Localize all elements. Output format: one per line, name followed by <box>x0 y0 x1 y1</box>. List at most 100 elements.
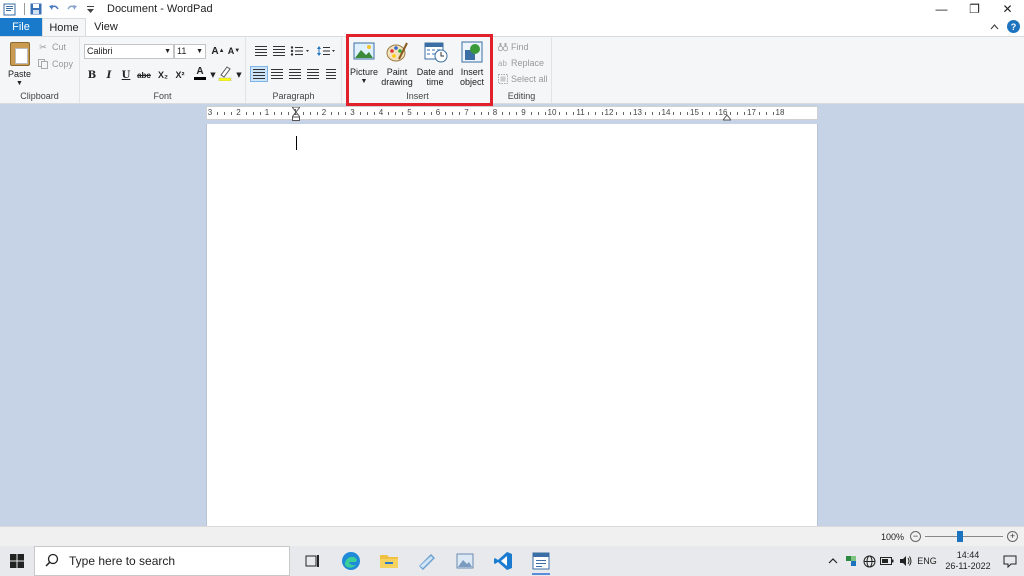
ruler-number: 4 <box>378 108 384 117</box>
ruler-tick <box>445 112 447 115</box>
wordpad-taskbar-icon[interactable] <box>522 546 560 576</box>
bold-button[interactable]: B <box>84 67 100 83</box>
ruler-tick <box>658 112 660 115</box>
document-page[interactable] <box>206 124 818 526</box>
paragraph-settings-icon[interactable] <box>322 66 340 82</box>
tray-app-icon[interactable] <box>842 546 860 576</box>
start-button[interactable] <box>0 546 34 576</box>
strikethrough-button[interactable]: abc <box>135 67 153 83</box>
ruler-tick <box>288 112 290 115</box>
decrease-indent-icon[interactable] <box>252 43 270 59</box>
copy-button[interactable]: Copy <box>38 59 73 69</box>
calendar-clock-icon <box>424 41 448 63</box>
paste-button[interactable]: Paste <box>8 69 31 79</box>
taskbar-search-box[interactable]: Type here to search <box>34 546 290 576</box>
redo-icon[interactable] <box>65 2 79 16</box>
find-button[interactable]: Find <box>497 42 529 52</box>
notification-center-icon[interactable] <box>996 546 1024 576</box>
ruler-tick <box>459 112 461 115</box>
zoom-slider[interactable] <box>925 531 1003 542</box>
replace-label: Replace <box>511 58 545 68</box>
ruler-number: 11 <box>576 108 585 117</box>
minimize-button[interactable]: — <box>925 0 958 18</box>
ruler-tick <box>758 112 760 115</box>
subscript-button[interactable]: X₂ <box>155 67 171 83</box>
shrink-font-icon[interactable]: A ▼ <box>226 43 242 59</box>
line-spacing-icon[interactable] <box>314 43 338 59</box>
zoom-out-button[interactable]: − <box>910 531 921 542</box>
underline-button[interactable]: U <box>118 67 134 83</box>
ruler-tick <box>573 112 575 115</box>
vscode-icon[interactable] <box>484 546 522 576</box>
select-all-button[interactable]: Select all <box>498 74 548 84</box>
clock-date: 26-11-2022 <box>945 561 991 571</box>
close-button[interactable]: ✕ <box>991 0 1024 18</box>
date-time-button[interactable]: Date and time <box>415 41 455 89</box>
bullets-icon[interactable] <box>288 43 312 59</box>
ruler-tick <box>623 112 625 115</box>
replace-button[interactable]: ab Replace <box>498 58 544 68</box>
customize-quick-access-icon[interactable] <box>83 2 97 16</box>
paste-dropdown-arrow-icon[interactable]: ▼ <box>16 80 23 87</box>
zoom-in-button[interactable]: + <box>1007 531 1018 542</box>
language-indicator[interactable]: ENG <box>914 546 940 576</box>
taskbar-clock[interactable]: 14:44 26-11-2022 <box>940 550 996 572</box>
chevron-down-icon[interactable]: ▼ <box>231 67 247 83</box>
clipboard-group-label: Clipboard <box>20 91 59 101</box>
undo-icon[interactable] <box>47 2 61 16</box>
font-family-select[interactable]: Calibri ▼ <box>84 44 174 59</box>
binoculars-icon <box>497 42 509 52</box>
system-tray: ENG 14:44 26-11-2022 <box>824 546 1024 576</box>
ruler-tick <box>537 112 539 115</box>
ruler-tick <box>224 112 226 115</box>
task-view-icon[interactable] <box>294 546 332 576</box>
tab-home[interactable]: Home <box>42 18 86 36</box>
italic-button[interactable]: I <box>101 67 117 83</box>
save-icon[interactable] <box>29 2 43 16</box>
scissors-icon: ✂ <box>39 41 47 52</box>
object-label-line1: Insert <box>460 67 484 77</box>
zoom-slider-thumb[interactable] <box>957 531 964 542</box>
font-size-select[interactable]: 11 ▼ <box>174 44 206 59</box>
ruler-tick <box>274 112 276 115</box>
paste-icon[interactable] <box>10 42 30 66</box>
wordpad-app-icon[interactable] <box>2 2 16 16</box>
notepad-app-icon[interactable] <box>408 546 446 576</box>
justify-icon[interactable] <box>304 66 322 82</box>
ruler-tick <box>673 112 675 115</box>
ruler-tick <box>530 112 532 115</box>
paint-drawing-button[interactable]: Paint drawing <box>380 41 414 89</box>
increase-indent-icon[interactable] <box>270 43 288 59</box>
quick-access-toolbar <box>0 0 101 18</box>
ruler-number: 12 <box>604 108 614 117</box>
globe-network-icon[interactable] <box>860 546 878 576</box>
collapse-ribbon-icon[interactable] <box>990 21 999 33</box>
grow-font-icon[interactable]: A ▲ <box>210 43 226 59</box>
tab-file[interactable]: File <box>0 18 42 36</box>
ruler-tick <box>708 112 710 115</box>
insert-object-button[interactable]: Insert object <box>455 41 489 89</box>
align-right-icon[interactable] <box>286 66 304 82</box>
photos-app-icon[interactable] <box>446 546 484 576</box>
superscript-button[interactable]: X² <box>172 67 188 83</box>
ruler[interactable]: 3 2 1 1 2 3 4 5 6 7 8 9 10 11 12 13 14 15 16 17 18 <box>206 106 818 121</box>
align-center-icon[interactable] <box>268 66 286 82</box>
file-explorer-icon[interactable] <box>370 546 408 576</box>
speaker-volume-icon[interactable] <box>896 546 914 576</box>
ruler-number: 6 <box>435 108 441 117</box>
edge-browser-icon[interactable] <box>332 546 370 576</box>
tab-view[interactable]: View <box>86 18 126 36</box>
ruler-tick <box>516 112 518 115</box>
battery-icon[interactable] <box>878 546 896 576</box>
ruler-tick <box>366 112 368 115</box>
paint-palette-icon <box>386 41 408 63</box>
picture-button[interactable]: Picture ▼ <box>348 41 380 89</box>
ruler-tick <box>281 112 283 115</box>
ruler-tick <box>359 112 361 115</box>
paragraph-group: Paragraph <box>246 37 342 103</box>
restore-button[interactable]: ❐ <box>958 0 991 18</box>
align-left-button[interactable] <box>250 66 268 82</box>
chevron-up-icon[interactable] <box>824 546 842 576</box>
help-icon[interactable]: ? <box>1007 20 1020 33</box>
cut-button[interactable]: ✂ Cut <box>38 41 66 53</box>
